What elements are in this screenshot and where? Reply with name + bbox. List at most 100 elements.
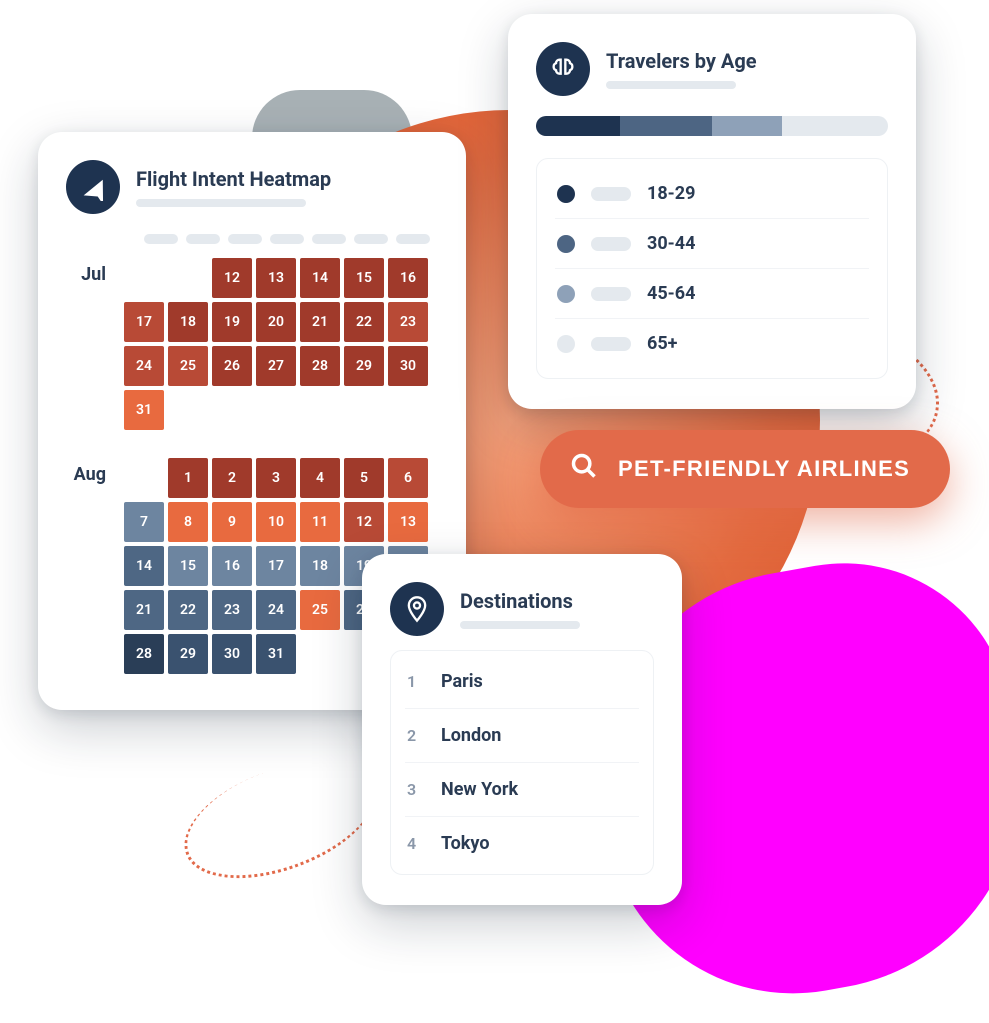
heatmap-cell[interactable]: 25 [300, 590, 340, 630]
legend-label: 45-64 [647, 283, 695, 304]
heatmap-cell[interactable]: 4 [300, 458, 340, 498]
destination-row[interactable]: 4Tokyo [405, 817, 639, 870]
legend-placeholder [591, 287, 631, 301]
heatmap-cell[interactable]: 18 [300, 546, 340, 586]
heatmap-cell[interactable]: 16 [212, 546, 252, 586]
heatmap-cell[interactable]: 22 [344, 302, 384, 342]
heatmap-cell[interactable]: 3 [256, 458, 296, 498]
heatmap-cell[interactable]: 16 [388, 258, 428, 298]
subtitle-placeholder [460, 621, 580, 629]
travelers-card: Travelers by Age 18-29 30-44 45-64 65+ [508, 14, 916, 409]
heatmap-cell[interactable]: 9 [212, 502, 252, 542]
heatmap-cell[interactable]: 8 [168, 502, 208, 542]
legend-row: 30-44 [555, 218, 869, 268]
card-title: Flight Intent Heatmap [136, 167, 331, 191]
bg-arc [252, 90, 412, 138]
heatmap-cell[interactable]: 23 [388, 302, 428, 342]
heatmap-cell[interactable]: 12 [344, 502, 384, 542]
destination-row[interactable]: 1 Paris [405, 655, 639, 709]
heatmap-cell[interactable]: 18 [168, 302, 208, 342]
heatmap-cell[interactable]: 6 [388, 458, 428, 498]
pin-icon [390, 582, 444, 636]
heatmap-cell[interactable]: 24 [256, 590, 296, 630]
age-segment [620, 116, 712, 136]
heatmap-cell[interactable]: 14 [124, 546, 164, 586]
heatmap-cell[interactable]: 30 [388, 346, 428, 386]
heatmap-cell[interactable]: 25 [168, 346, 208, 386]
pill-label: PET-FRIENDLY AIRLINES [618, 456, 910, 482]
pet-friendly-airlines-pill[interactable]: PET-FRIENDLY AIRLINES [540, 430, 950, 508]
age-legend: 18-29 30-44 45-64 65+ [536, 158, 888, 379]
heatmap-cell[interactable]: 13 [256, 258, 296, 298]
card-header: Travelers by Age [536, 42, 888, 96]
age-segment [536, 116, 620, 136]
destination-rank: 4 [407, 834, 425, 853]
heatmap-cell[interactable]: 21 [300, 302, 340, 342]
month-label: Jul [66, 264, 106, 285]
heatmap-cell[interactable]: 29 [344, 346, 384, 386]
plane-icon [66, 160, 120, 214]
heatmap-cell[interactable]: 27 [256, 346, 296, 386]
brain-icon [536, 42, 590, 96]
heatmap-cell [300, 390, 340, 430]
search-icon [570, 452, 598, 486]
heatmap-cell[interactable]: 31 [124, 390, 164, 430]
card-header: Destinations [390, 582, 654, 636]
heatmap-cell[interactable]: 2 [212, 458, 252, 498]
heatmap-cell[interactable]: 24 [124, 346, 164, 386]
heatmap-cell[interactable]: 29 [168, 634, 208, 674]
legend-row: 65+ [555, 318, 869, 368]
legend-swatch [557, 235, 575, 253]
destination-name: New York [441, 779, 518, 800]
heatmap-cell [124, 258, 164, 298]
legend-label: 18-29 [647, 183, 695, 204]
destinations-list: 1 Paris 2London3New York4Tokyo [390, 650, 654, 875]
destination-name: Paris [441, 671, 483, 692]
age-distribution-bar [536, 116, 888, 136]
heatmap-cell[interactable]: 26 [212, 346, 252, 386]
heatmap-cell[interactable]: 10 [256, 502, 296, 542]
month-jul: Jul 1213141516 17181920212223 242526272829… [66, 258, 438, 430]
destination-rank: 1 [407, 672, 425, 691]
legend-placeholder [591, 237, 631, 251]
heatmap-cell[interactable]: 20 [256, 302, 296, 342]
destination-row[interactable]: 2London [405, 709, 639, 763]
heatmap-cell[interactable]: 13 [388, 502, 428, 542]
heatmap-cell[interactable]: 12 [212, 258, 252, 298]
heatmap-cell[interactable]: 30 [212, 634, 252, 674]
legend-row: 18-29 [555, 169, 869, 218]
age-segment [782, 116, 888, 136]
day-of-week-row [66, 234, 438, 244]
card-title: Travelers by Age [606, 49, 757, 73]
legend-row: 45-64 [555, 268, 869, 318]
heatmap-cell [388, 390, 428, 430]
age-segment [712, 116, 782, 136]
subtitle-placeholder [606, 81, 736, 89]
heatmap-cell[interactable]: 23 [212, 590, 252, 630]
legend-swatch [557, 185, 575, 203]
heatmap-cell[interactable]: 7 [124, 502, 164, 542]
heatmap-cell[interactable]: 31 [256, 634, 296, 674]
heatmap-cell[interactable]: 22 [168, 590, 208, 630]
subtitle-placeholder [136, 199, 306, 207]
heatmap-cell[interactable]: 17 [124, 302, 164, 342]
legend-swatch [557, 285, 575, 303]
heatmap-cell[interactable]: 1 [168, 458, 208, 498]
heatmap-cell[interactable]: 28 [124, 634, 164, 674]
heatmap-cell[interactable]: 14 [300, 258, 340, 298]
heatmap-cell[interactable]: 28 [300, 346, 340, 386]
heatmap-cell[interactable]: 11 [300, 502, 340, 542]
legend-label: 65+ [647, 333, 677, 354]
heatmap-cell [256, 390, 296, 430]
heatmap-cell[interactable]: 5 [344, 458, 384, 498]
heatmap-cell [124, 458, 164, 498]
heatmap-cell[interactable]: 15 [344, 258, 384, 298]
heatmap-cell[interactable]: 15 [168, 546, 208, 586]
heatmap-cell[interactable]: 17 [256, 546, 296, 586]
heatmap-cell [300, 634, 340, 674]
destination-rank: 2 [407, 726, 425, 745]
heatmap-cell[interactable]: 21 [124, 590, 164, 630]
destination-row[interactable]: 3New York [405, 763, 639, 817]
calendar-grid-jul: 1213141516 17181920212223 24252627282930 31 [124, 258, 428, 430]
heatmap-cell[interactable]: 19 [212, 302, 252, 342]
